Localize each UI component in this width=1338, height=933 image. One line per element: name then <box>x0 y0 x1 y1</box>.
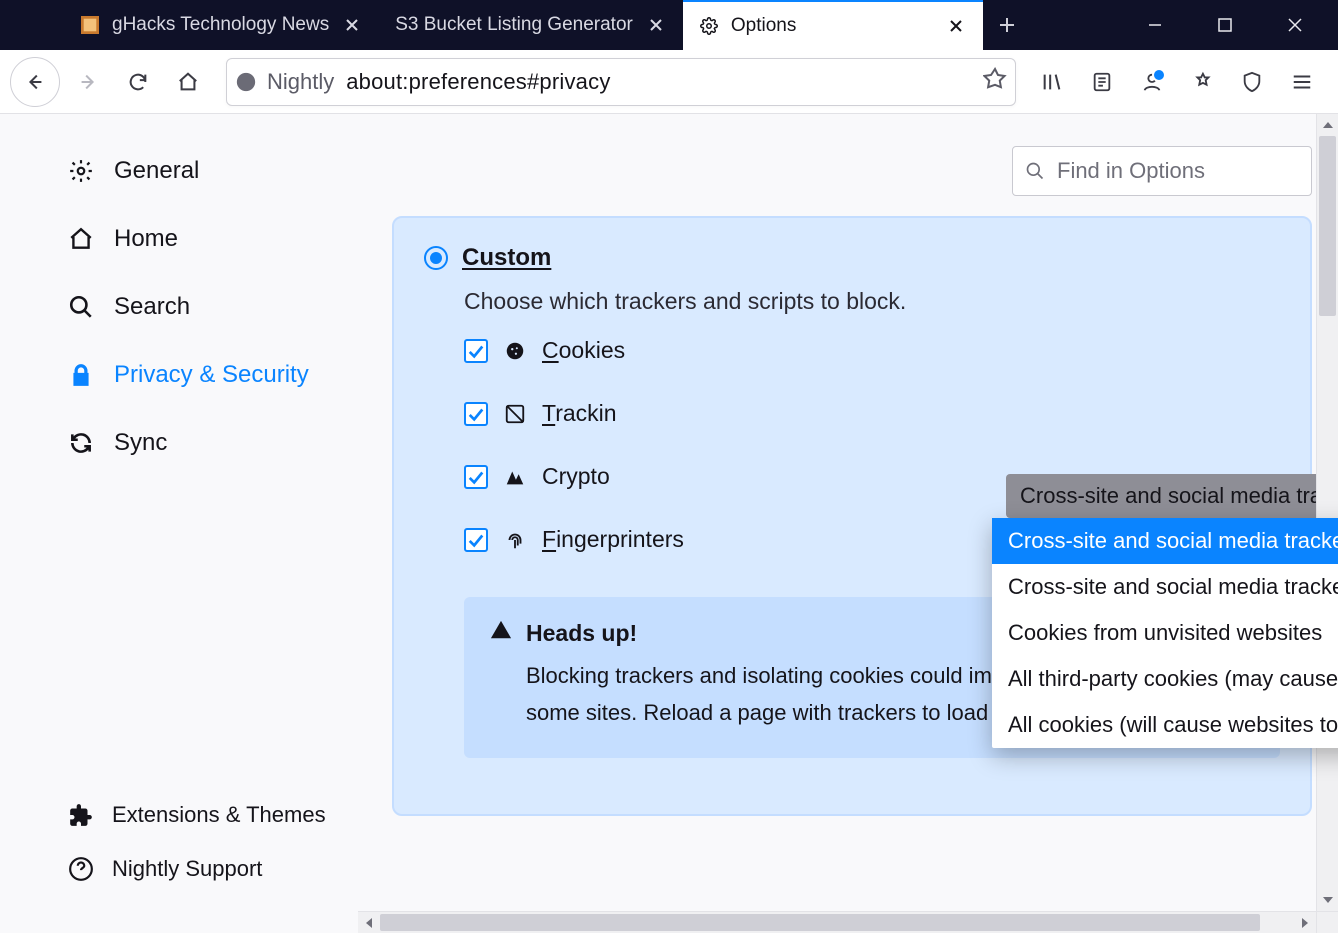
sidebar-item-label: Privacy & Security <box>114 361 309 389</box>
identity-label: Nightly <box>267 69 334 95</box>
dropdown-option[interactable]: Cross-site and social media trackers, an… <box>992 564 1338 610</box>
tab-ghacks[interactable]: gHacks Technology News <box>64 0 379 50</box>
scroll-right-icon[interactable] <box>1294 917 1316 929</box>
custom-subtext: Choose which trackers and scripts to blo… <box>464 288 1280 315</box>
content-area: General Home Search Privacy & Security S… <box>0 114 1338 911</box>
vertical-scrollbar[interactable] <box>1316 114 1338 911</box>
dropdown-option[interactable]: All cookies (will cause websites to brea… <box>992 702 1338 748</box>
close-window-button[interactable] <box>1260 0 1330 50</box>
home-icon <box>66 224 96 254</box>
sidebar-item-label: Search <box>114 293 190 321</box>
url-text: about:preferences#privacy <box>346 69 971 95</box>
crypto-icon <box>504 466 526 488</box>
heads-up-title: Heads up! <box>526 620 637 647</box>
cookies-select[interactable]: Cross-site and social media trackers <box>1006 474 1338 518</box>
puzzle-icon <box>66 800 96 830</box>
bookmark-star-icon[interactable] <box>983 67 1007 96</box>
toolbar-right-icons <box>1032 62 1328 102</box>
cookies-checkbox[interactable] <box>464 339 488 363</box>
fingerprinters-checkbox[interactable] <box>464 528 488 552</box>
minimize-button[interactable] <box>1120 0 1190 50</box>
search-placeholder: Find in Options <box>1057 158 1205 184</box>
scroll-up-icon[interactable] <box>1317 114 1338 136</box>
scroll-down-icon[interactable] <box>1317 889 1338 911</box>
sidebar-item-privacy[interactable]: Privacy & Security <box>56 344 374 406</box>
navigation-toolbar: Nightly about:preferences#privacy <box>0 50 1338 114</box>
scroll-corner <box>1316 911 1338 933</box>
library-icon[interactable] <box>1032 62 1072 102</box>
question-icon <box>66 854 96 884</box>
sidebar-extensions[interactable]: Extensions & Themes <box>56 791 374 839</box>
custom-radio[interactable]: Custom <box>424 244 1280 272</box>
warning-icon <box>490 619 512 647</box>
cookies-dropdown: Cross-site and social media trackers Cro… <box>992 518 1338 748</box>
sidebar-item-sync[interactable]: Sync <box>56 412 374 474</box>
reload-button[interactable] <box>116 60 160 104</box>
scroll-left-icon[interactable] <box>358 917 380 929</box>
close-icon[interactable] <box>341 14 363 36</box>
search-input[interactable]: Find in Options <box>1012 146 1312 196</box>
tracking-checkbox[interactable] <box>464 402 488 426</box>
tab-label: Options <box>731 15 796 37</box>
scroll-thumb[interactable] <box>1319 136 1336 316</box>
dropdown-option[interactable]: Cross-site and social media trackers <box>992 518 1338 564</box>
shield-icon[interactable] <box>1232 62 1272 102</box>
sidebar-support[interactable]: Nightly Support <box>56 845 374 893</box>
menu-icon[interactable] <box>1282 62 1322 102</box>
fingerprinters-label: Fingerprinters <box>542 526 684 553</box>
tracking-row: Trackin <box>464 400 1280 427</box>
lock-icon <box>66 360 96 390</box>
sidebar-item-label: General <box>114 157 199 185</box>
tracking-icon <box>504 403 526 425</box>
cookies-row: Cookies <box>464 337 1280 364</box>
horizontal-scrollbar[interactable] <box>358 911 1316 933</box>
gear-icon <box>699 16 719 36</box>
title-bar: gHacks Technology News S3 Bucket Listing… <box>0 0 1338 50</box>
preferences-main: Find in Options Custom Choose which trac… <box>392 114 1338 911</box>
tab-label: S3 Bucket Listing Generator <box>395 14 633 36</box>
close-icon[interactable] <box>945 15 967 37</box>
tab-options[interactable]: Options <box>683 0 983 50</box>
gear-icon <box>66 156 96 186</box>
reader-icon[interactable] <box>1082 62 1122 102</box>
sidebar-item-home[interactable]: Home <box>56 208 374 270</box>
custom-label: Custom <box>462 244 551 272</box>
crypto-checkbox[interactable] <box>464 465 488 489</box>
maximize-button[interactable] <box>1190 0 1260 50</box>
tab-s3[interactable]: S3 Bucket Listing Generator <box>379 0 683 50</box>
sidebar-item-label: Sync <box>114 429 167 457</box>
dropdown-option[interactable]: Cookies from unvisited websites <box>992 610 1338 656</box>
sidebar-item-label: Nightly Support <box>112 856 262 882</box>
sidebar-item-search[interactable]: Search <box>56 276 374 338</box>
account-icon[interactable] <box>1132 62 1172 102</box>
search-icon <box>66 292 96 322</box>
tab-label: gHacks Technology News <box>112 14 329 36</box>
tab-strip: gHacks Technology News S3 Bucket Listing… <box>0 0 1120 50</box>
preferences-sidebar: General Home Search Privacy & Security S… <box>0 114 392 911</box>
cookies-label: Cookies <box>542 337 625 364</box>
ghacks-favicon-icon <box>80 15 100 35</box>
firefox-icon <box>235 71 257 93</box>
cookie-icon <box>504 340 526 362</box>
sidebar-item-label: Home <box>114 225 178 253</box>
sidebar-item-general[interactable]: General <box>56 140 374 202</box>
fingerprint-icon <box>504 529 526 551</box>
extension-icon[interactable] <box>1182 62 1222 102</box>
tracking-label: Trackin <box>542 400 617 427</box>
home-button[interactable] <box>166 60 210 104</box>
new-tab-button[interactable] <box>983 0 1031 50</box>
identity-box[interactable]: Nightly <box>235 69 334 95</box>
sidebar-item-label: Extensions & Themes <box>112 802 326 828</box>
radio-selected-icon <box>424 246 448 270</box>
scroll-thumb[interactable] <box>380 914 1260 931</box>
dropdown-option[interactable]: All third-party cookies (may cause websi… <box>992 656 1338 702</box>
back-button[interactable] <box>10 57 60 107</box>
window-controls <box>1120 0 1338 50</box>
url-bar[interactable]: Nightly about:preferences#privacy <box>226 58 1016 106</box>
crypto-label: Crypto <box>542 463 610 490</box>
close-icon[interactable] <box>645 14 667 36</box>
select-value: Cross-site and social media trackers <box>1020 483 1338 509</box>
sync-icon <box>66 428 96 458</box>
forward-button[interactable] <box>66 60 110 104</box>
